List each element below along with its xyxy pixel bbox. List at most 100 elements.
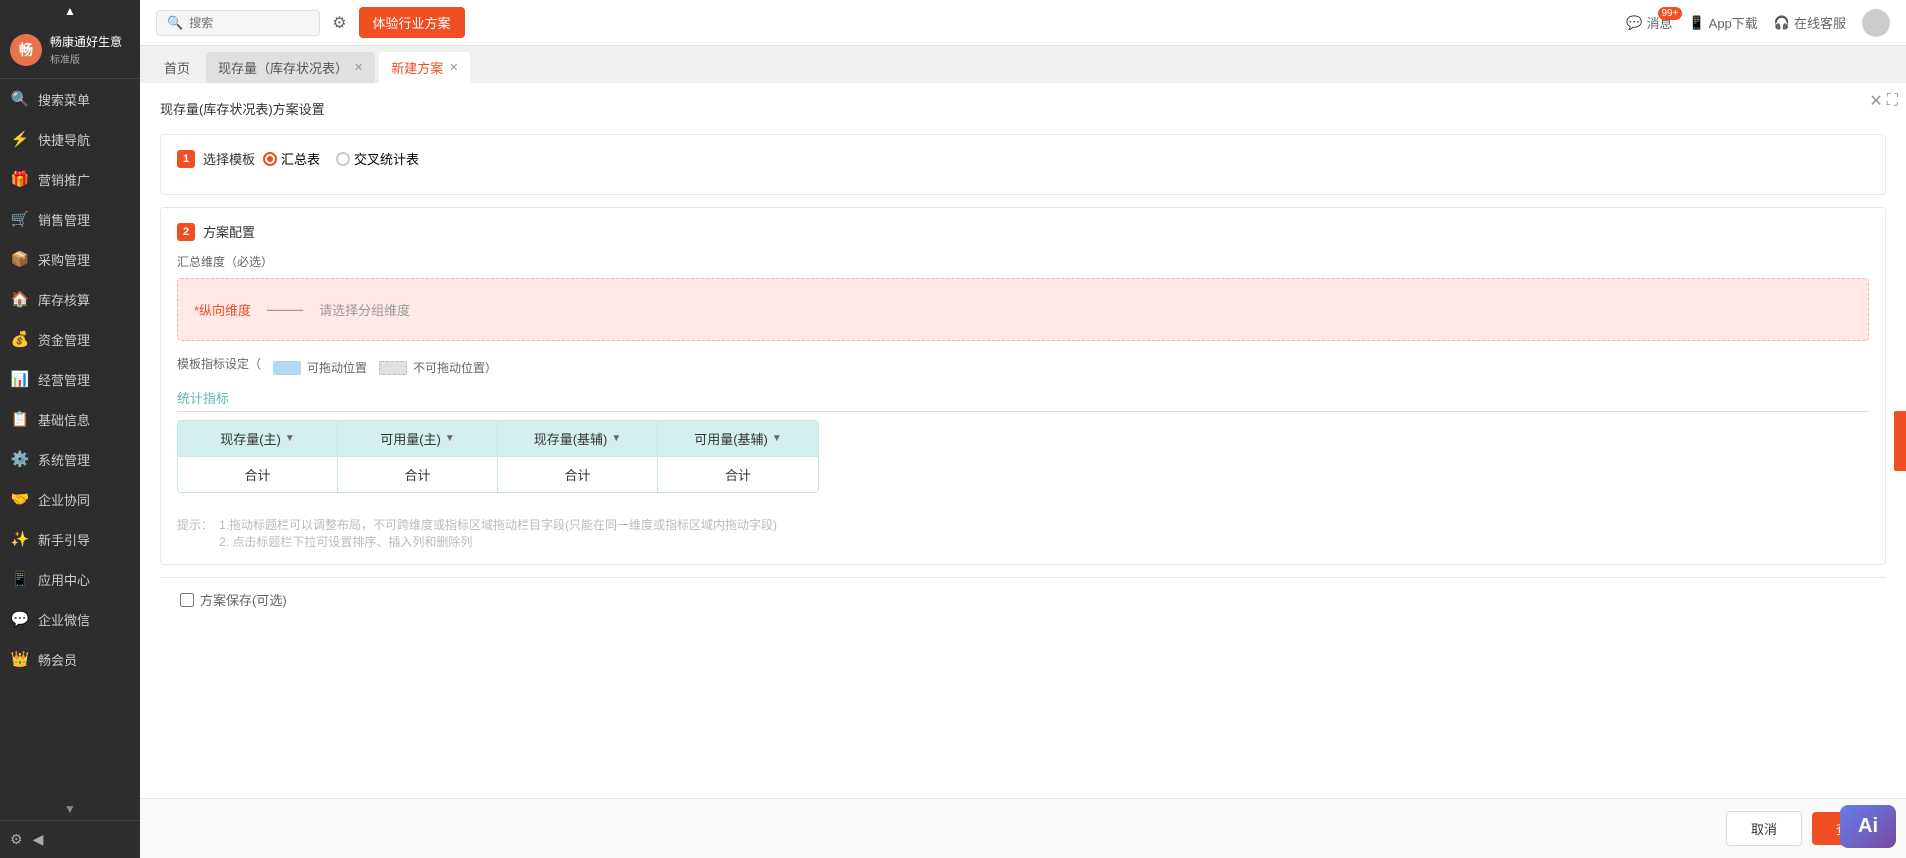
stats-col-header-2[interactable]: 现存量(基辅) ▼ bbox=[498, 421, 657, 457]
sidebar-item-sales[interactable]: 🛒 销售管理 bbox=[0, 199, 140, 239]
sidebar-item-enterprise[interactable]: 🤝 企业协同 bbox=[0, 479, 140, 519]
sidebar-item-business[interactable]: 📊 经营管理 bbox=[0, 359, 140, 399]
save-row: 方案保存(可选) bbox=[160, 577, 1886, 621]
panel-close-btn[interactable]: ✕ bbox=[1869, 91, 1882, 111]
bottom-bar: 取消 查询 bbox=[140, 798, 1906, 858]
chevron-icon-1: ▼ bbox=[445, 433, 455, 444]
stats-table-header: 现存量(主) ▼ 合计 可用量(主) ▼ 合计 bbox=[178, 421, 818, 492]
section2-header: 2 方案配置 bbox=[177, 222, 1869, 241]
message-count: 99+ bbox=[1658, 7, 1683, 20]
template-indicators-section: 模板指标设定（ 可拖动位置 不可拖动位置） bbox=[177, 355, 1869, 380]
tab-inventory-close[interactable]: ✕ bbox=[354, 61, 363, 74]
stats-col-label-2: 现存量(基辅) bbox=[534, 429, 608, 448]
sidebar-item-marketing[interactable]: 🎁 营销推广 bbox=[0, 159, 140, 199]
user-avatar[interactable] bbox=[1862, 9, 1890, 37]
sidebar-nav: 🔍 搜索菜单 ⚡ 快捷导航 🎁 营销推广 🛒 销售管理 📦 采购管理 🏠 库存核… bbox=[0, 79, 140, 798]
dimension-placeholder: 请选择分组维度 bbox=[319, 300, 410, 319]
online-service-btn[interactable]: 🎧 在线客服 bbox=[1774, 13, 1846, 32]
radio-cross[interactable]: 交叉统计表 bbox=[336, 149, 419, 168]
stats-label: 统计指标 bbox=[177, 388, 1869, 412]
stats-col-header-3[interactable]: 可用量(基辅) ▼ bbox=[658, 421, 818, 457]
stats-col-body-2: 合计 bbox=[498, 457, 657, 492]
sidebar-item-purchase[interactable]: 📦 采购管理 bbox=[0, 239, 140, 279]
enterprise-icon: 🤝 bbox=[10, 489, 30, 509]
sidebar-item-inventory[interactable]: 🏠 库存核算 bbox=[0, 279, 140, 319]
stats-col-header-1[interactable]: 可用量(主) ▼ bbox=[338, 421, 497, 457]
tab-new-scheme-close[interactable]: ✕ bbox=[449, 61, 458, 74]
tab-new-scheme-label: 新建方案 bbox=[391, 58, 443, 77]
purchase-icon: 📦 bbox=[10, 249, 30, 269]
stats-col-header-0[interactable]: 现存量(主) ▼ bbox=[178, 421, 337, 457]
settings-icon[interactable]: ⚙ bbox=[332, 13, 346, 33]
tips-content: 1.拖动标题栏可以调整布局，不可跨维度或指标区域拖动栏目字段(只能在同一维度或指… bbox=[219, 516, 777, 550]
sidebar-item-system[interactable]: ⚙️ 系统管理 bbox=[0, 439, 140, 479]
panel-expand-btn[interactable]: ⛶ bbox=[1887, 91, 1898, 111]
tab-new-scheme[interactable]: 新建方案 ✕ bbox=[379, 52, 470, 83]
fixed-label: 不可拖动位置） bbox=[413, 359, 497, 376]
sidebar-item-wechat[interactable]: 💬 企业微信 bbox=[0, 599, 140, 639]
sidebar-item-label: 经营管理 bbox=[38, 370, 90, 389]
main-content: 🔍 ⚙ 体验行业方案 💬 消息 99+ 📱 App下载 🎧 在线客服 首页 bbox=[140, 0, 1906, 858]
tab-home[interactable]: 首页 bbox=[152, 52, 202, 83]
tip-2: 2. 点击标题栏下拉可设置排序、插入列和删除列 bbox=[219, 533, 777, 550]
sidebar-item-guide[interactable]: ✨ 新手引导 bbox=[0, 519, 140, 559]
tab-home-label: 首页 bbox=[164, 58, 190, 77]
sidebar-collapse-btn[interactable]: ◀ bbox=[33, 831, 44, 848]
sidebar-item-label: 新手引导 bbox=[38, 530, 90, 549]
right-sidebar-handle[interactable] bbox=[1894, 411, 1906, 471]
sidebar-item-label: 搜索菜单 bbox=[38, 90, 90, 109]
draggable-box bbox=[273, 361, 301, 375]
radio-summary[interactable]: 汇总表 bbox=[263, 149, 320, 168]
dimension-box[interactable]: *纵向维度 —— 请选择分组维度 bbox=[177, 278, 1869, 341]
topbar-right: 💬 消息 99+ 📱 App下载 🎧 在线客服 bbox=[1626, 9, 1890, 37]
search-input[interactable] bbox=[189, 16, 309, 30]
chevron-icon-0: ▼ bbox=[285, 433, 295, 444]
sidebar-scroll-down[interactable]: ▼ bbox=[0, 798, 140, 820]
sidebar-item-label: 营销推广 bbox=[38, 170, 90, 189]
business-icon: 📊 bbox=[10, 369, 30, 389]
sidebar-scroll-up[interactable]: ▲ bbox=[0, 0, 140, 22]
search-icon: 🔍 bbox=[167, 15, 183, 31]
page-title: 现存量(库存状况表)方案设置 bbox=[160, 99, 1886, 118]
ai-badge[interactable]: Ai bbox=[1840, 805, 1896, 848]
save-checkbox[interactable] bbox=[180, 593, 194, 607]
dimension-separator: —— bbox=[267, 299, 303, 320]
section1-header: 1 选择模板 汇总表 交叉统计表 bbox=[177, 149, 1869, 168]
settings-btn[interactable]: ⚙ bbox=[10, 831, 23, 848]
cancel-button[interactable]: 取消 bbox=[1726, 811, 1802, 846]
guide-icon: ✨ bbox=[10, 529, 30, 549]
dimension-required-text: *纵向维度 bbox=[194, 300, 251, 319]
sidebar-item-quick-nav[interactable]: ⚡ 快捷导航 bbox=[0, 119, 140, 159]
radio-cross-label: 交叉统计表 bbox=[354, 149, 419, 168]
message-icon: 💬 bbox=[1626, 15, 1642, 31]
template-indicators: 模板指标设定（ 可拖动位置 不可拖动位置） bbox=[177, 355, 1869, 380]
sidebar-item-finance[interactable]: 💰 资金管理 bbox=[0, 319, 140, 359]
apps-icon: 📱 bbox=[10, 569, 30, 589]
stats-col-label-3: 可用量(基辅) bbox=[694, 429, 768, 448]
sidebar: ▲ 畅 畅康通好生意 标准版 🔍 搜索菜单 ⚡ 快捷导航 🎁 营销推广 🛒 销售… bbox=[0, 0, 140, 858]
app-name: 畅康通好生意 bbox=[50, 34, 122, 51]
topbar-search-box[interactable]: 🔍 bbox=[156, 10, 320, 36]
message-badge[interactable]: 💬 消息 99+ bbox=[1626, 13, 1672, 32]
basic-icon: 📋 bbox=[10, 409, 30, 429]
section2-number: 2 bbox=[177, 223, 195, 241]
app-download-btn[interactable]: 📱 App下载 bbox=[1688, 13, 1757, 32]
radio-summary-label: 汇总表 bbox=[281, 149, 320, 168]
sidebar-item-search[interactable]: 🔍 搜索菜单 bbox=[0, 79, 140, 119]
system-icon: ⚙️ bbox=[10, 449, 30, 469]
service-icon: 🎧 bbox=[1774, 15, 1790, 31]
search-icon: 🔍 bbox=[10, 89, 30, 109]
app-edition: 标准版 bbox=[50, 51, 122, 66]
tab-inventory[interactable]: 现存量（库存状况表） ✕ bbox=[206, 52, 375, 83]
stats-col-3: 可用量(基辅) ▼ 合计 bbox=[658, 421, 818, 492]
stats-col-label-0: 现存量(主) bbox=[220, 429, 281, 448]
trial-btn[interactable]: 体验行业方案 bbox=[359, 7, 465, 38]
sidebar-item-label: 销售管理 bbox=[38, 210, 90, 229]
chevron-icon-3: ▼ bbox=[772, 433, 782, 444]
section1-label: 选择模板 bbox=[203, 149, 255, 168]
sidebar-item-apps[interactable]: 📱 应用中心 bbox=[0, 559, 140, 599]
section-template: 1 选择模板 汇总表 交叉统计表 bbox=[160, 134, 1886, 195]
sidebar-item-member[interactable]: 👑 畅会员 bbox=[0, 639, 140, 679]
sidebar-item-basic[interactable]: 📋 基础信息 bbox=[0, 399, 140, 439]
tips-section: 提示： 1.拖动标题栏可以调整布局，不可跨维度或指标区域拖动栏目字段(只能在同一… bbox=[177, 516, 1869, 550]
